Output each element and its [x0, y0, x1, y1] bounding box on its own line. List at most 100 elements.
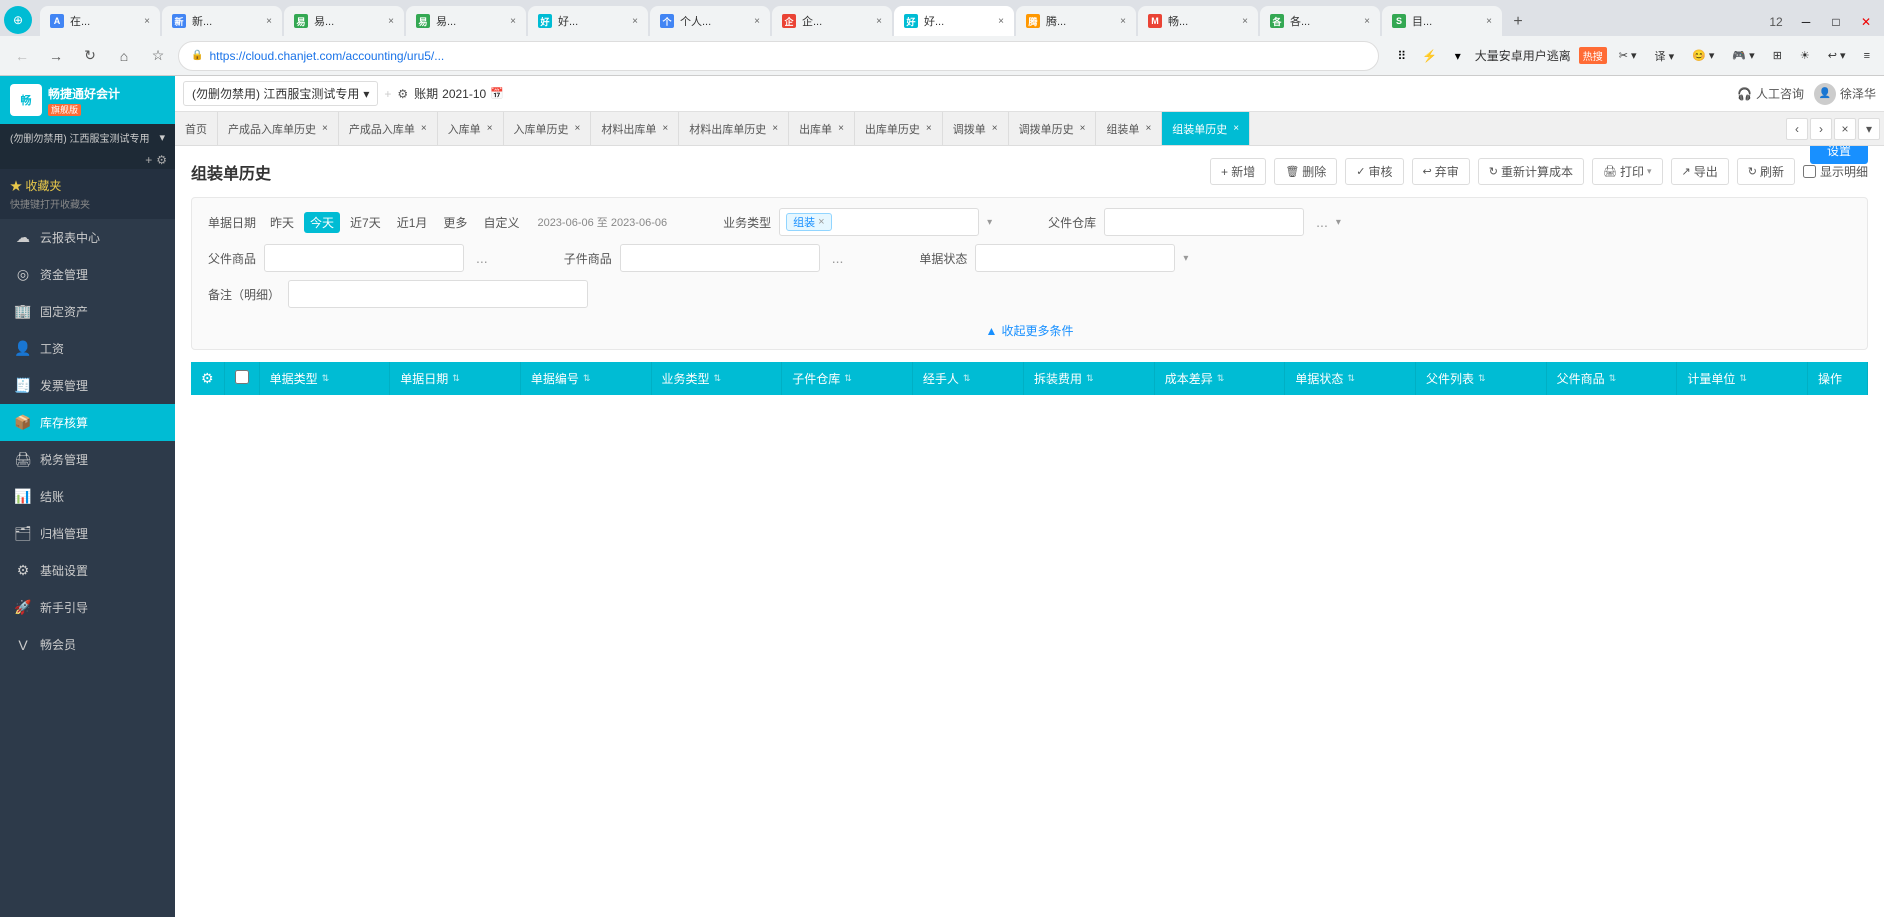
yesterday-shortcut[interactable]: 昨天	[264, 212, 300, 233]
th-date[interactable]: 单据日期 ⇅	[390, 362, 521, 395]
sidebar-item-assets[interactable]: 🏢 固定资产	[0, 293, 175, 330]
grid-tool[interactable]: ⊞	[1767, 47, 1788, 64]
company-selector[interactable]: (勿删勿禁用) 江西服宝测试专用 ▾	[0, 124, 175, 151]
tab-t3[interactable]: 易 易... ×	[284, 6, 404, 36]
th-biz-type[interactable]: 业务类型 ⇅	[651, 362, 782, 395]
doc-tab-9[interactable]: 调拨单 ×	[943, 112, 1009, 146]
tabs-next-btn[interactable]: ›	[1810, 118, 1832, 140]
biz-type-input[interactable]: 组装 ×	[779, 208, 979, 236]
home-button[interactable]: ⌂	[110, 42, 138, 70]
address-dropdown[interactable]: ▾	[1447, 45, 1469, 67]
sidebar-item-cloud-report[interactable]: ☁ 云报表中心	[0, 219, 175, 256]
doc-tab-11[interactable]: 组装单 ×	[1096, 112, 1162, 146]
sidebar-item-settings[interactable]: ⚙ 基础设置	[0, 552, 175, 589]
doc-tab-12-close[interactable]: ×	[1233, 123, 1239, 134]
doc-tab-10-close[interactable]: ×	[1080, 123, 1086, 134]
back-button[interactable]: ←	[8, 42, 36, 70]
consult-btn[interactable]: 🎧 人工咨询	[1737, 85, 1804, 102]
tab-close-t5[interactable]: ×	[632, 16, 638, 27]
tab-t2[interactable]: 新 新... ×	[162, 6, 282, 36]
parent-wh-input[interactable]	[1104, 208, 1304, 236]
th-disassemble-cost[interactable]: 拆装费用 ⇅	[1024, 362, 1155, 395]
doc-tab-7-close[interactable]: ×	[838, 123, 844, 134]
collapse-btn[interactable]: ▲ 收起更多条件	[208, 316, 1851, 339]
month-shortcut[interactable]: 近1月	[391, 212, 434, 233]
doc-tab-6-close[interactable]: ×	[772, 123, 778, 134]
custom-shortcut[interactable]: 自定义	[477, 212, 525, 233]
reload-button[interactable]: ↻	[76, 42, 104, 70]
print-button[interactable]: 🖨 打印 ▾	[1592, 158, 1663, 185]
url-bar[interactable]: 🔒 https://cloud.chanjet.com/accounting/u…	[178, 41, 1379, 71]
doc-tab-9-close[interactable]: ×	[992, 123, 998, 134]
approve-button[interactable]: ✓ 审核	[1345, 158, 1403, 185]
sidebar-item-inventory[interactable]: 📦 库存核算	[0, 404, 175, 441]
topbar-settings-btn[interactable]: ⚙	[397, 87, 408, 101]
doc-tab-8-close[interactable]: ×	[926, 123, 932, 134]
game-tool[interactable]: 🎮 ▾	[1726, 47, 1760, 64]
period-selector[interactable]: 账期 2021-10 📅	[414, 85, 504, 102]
doc-tab-3-close[interactable]: ×	[487, 123, 493, 134]
tab-t6[interactable]: 个 个人... ×	[650, 6, 770, 36]
bill-status-dropdown[interactable]: ▾	[1183, 253, 1188, 264]
tab-close-t1[interactable]: ×	[144, 16, 150, 27]
delete-button[interactable]: 🗑 删除	[1274, 158, 1337, 185]
th-unit[interactable]: 计量单位 ⇅	[1677, 362, 1808, 395]
forward-button[interactable]: →	[42, 42, 70, 70]
doc-tab-4-close[interactable]: ×	[575, 123, 581, 134]
qr-icon[interactable]: ⠿	[1391, 45, 1413, 67]
doc-tab-2[interactable]: 产成品入库单 ×	[339, 112, 438, 146]
doc-tab-10[interactable]: 调拨单历史 ×	[1009, 112, 1097, 146]
export-button[interactable]: ↗ 导出	[1671, 158, 1729, 185]
child-goods-ellipsis[interactable]: ...	[832, 250, 844, 266]
tab-close-t6[interactable]: ×	[754, 16, 760, 27]
settings-icon-topbar[interactable]: +	[145, 153, 152, 167]
th-parent-list[interactable]: 父件列表 ⇅	[1416, 362, 1547, 395]
doc-tab-6[interactable]: 材料出库单历史 ×	[679, 112, 789, 146]
window-close[interactable]: ✕	[1852, 8, 1880, 36]
tab-count-badge[interactable]: 12	[1762, 8, 1790, 36]
tab-t7[interactable]: 企 企... ×	[772, 6, 892, 36]
sidebar-item-tax[interactable]: 🖨 税务管理	[0, 441, 175, 478]
week-shortcut[interactable]: 近7天	[344, 212, 387, 233]
tab-close-t9[interactable]: ×	[1120, 16, 1126, 27]
tab-close-t2[interactable]: ×	[266, 16, 272, 27]
today-shortcut[interactable]: 今天	[304, 212, 340, 233]
th-bill-status[interactable]: 单据状态 ⇅	[1285, 362, 1416, 395]
bill-status-input[interactable]	[975, 244, 1175, 272]
tab-t10[interactable]: M 畅... ×	[1138, 6, 1258, 36]
menu-tool[interactable]: ≡	[1858, 48, 1876, 64]
user-profile[interactable]: 👤 徐泽华	[1814, 83, 1876, 105]
tab-close-t12[interactable]: ×	[1486, 16, 1492, 27]
bookmark-button[interactable]: ☆	[144, 42, 172, 70]
tab-close-t7[interactable]: ×	[876, 16, 882, 27]
tabs-close-btn[interactable]: ×	[1834, 118, 1856, 140]
doc-tab-4[interactable]: 入库单历史 ×	[504, 112, 592, 146]
sidebar-item-salary[interactable]: 👤 工资	[0, 330, 175, 367]
translate-tool[interactable]: 译 ▾	[1649, 46, 1681, 66]
tab-t1[interactable]: A 在... ×	[40, 6, 160, 36]
doc-tab-1-close[interactable]: ×	[322, 123, 328, 134]
parent-wh-dropdown[interactable]: ▾	[1336, 217, 1341, 228]
tabs-prev-btn[interactable]: ‹	[1786, 118, 1808, 140]
doc-tab-home[interactable]: 首页	[175, 112, 218, 146]
th-handler[interactable]: 经手人 ⇅	[912, 362, 1023, 395]
window-maximize[interactable]: □	[1822, 8, 1850, 36]
recalculate-button[interactable]: ↻ 重新计算成本	[1478, 158, 1584, 185]
show-detail-input[interactable]	[1803, 165, 1816, 178]
sidebar-item-guide[interactable]: 🚀 新手引导	[0, 589, 175, 626]
tab-t12[interactable]: S 目... ×	[1382, 6, 1502, 36]
doc-tab-12[interactable]: 组装单历史 ×	[1162, 112, 1250, 146]
tabs-dropdown-btn[interactable]: ▾	[1858, 118, 1880, 140]
parent-goods-input[interactable]	[264, 244, 464, 272]
theme-tool[interactable]: ☀	[1794, 47, 1816, 64]
sidebar-item-archive[interactable]: 🗂 归档管理	[0, 515, 175, 552]
select-all-checkbox[interactable]	[235, 370, 249, 384]
favorites-section[interactable]: ★ 收藏夹 快捷键打开收藏夹	[0, 169, 175, 219]
refresh-button[interactable]: ↻ 刷新	[1737, 158, 1795, 185]
child-goods-input[interactable]	[620, 244, 820, 272]
doc-tab-3[interactable]: 入库单 ×	[438, 112, 504, 146]
sidebar-item-capital[interactable]: ◎ 资金管理	[0, 256, 175, 293]
doc-tab-1[interactable]: 产成品入库单历史 ×	[218, 112, 339, 146]
doc-tab-5-close[interactable]: ×	[662, 123, 668, 134]
tab-close-t11[interactable]: ×	[1364, 16, 1370, 27]
